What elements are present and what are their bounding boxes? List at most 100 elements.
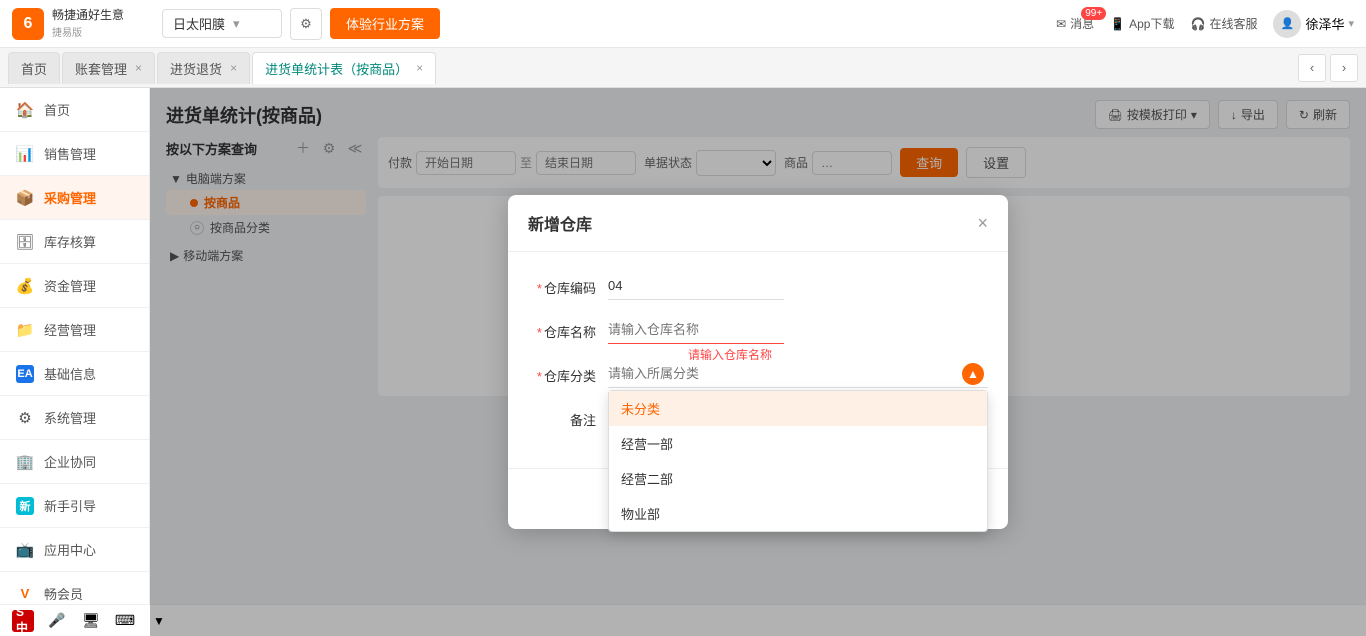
dialog-overlay: 新增仓库 × 仓库编码 仓库名称 xyxy=(150,88,1366,636)
dropdown-item-3[interactable]: 物业部 xyxy=(609,496,987,531)
logo-area: 6 畅捷通好生意 捷易版 xyxy=(12,8,162,40)
main-layout: 🏠 首页 📊 销售管理 📦 采购管理 🗄 库存核算 💰 资金管理 📁 经营管理 … xyxy=(0,88,1366,636)
category-dropdown-toggle[interactable]: ▲ xyxy=(962,363,984,385)
user-info[interactable]: 👤 徐泽华 ▾ xyxy=(1273,10,1354,38)
sidebar-label-purchase: 采购管理 xyxy=(44,188,96,207)
avatar: 👤 xyxy=(1273,10,1301,38)
tab-next-btn[interactable]: › xyxy=(1330,54,1358,82)
dialog-title: 新增仓库 xyxy=(528,211,592,235)
warehouse-code-input[interactable] xyxy=(608,272,784,300)
tab-controls: ‹ › xyxy=(1298,54,1358,82)
warehouse-dialog: 新增仓库 × 仓库编码 仓库名称 xyxy=(508,195,1008,529)
content: 进货单统计(按商品) 🖨 按模板打印 ▾ ↓ 导出 ↻ 刷新 xyxy=(150,88,1366,636)
top-header: 6 畅捷通好生意 捷易版 日太阳膜 ▾ ⚙ 体验行业方案 ✉ 消息 99+ 📱 … xyxy=(0,0,1366,48)
warehouse-code-row: 仓库编码 xyxy=(528,272,988,300)
user-name: 徐泽华 xyxy=(1305,14,1344,33)
service-button[interactable]: 🎧 在线客服 xyxy=(1190,15,1257,32)
warehouse-category-input[interactable] xyxy=(608,360,988,388)
sidebar-label-home: 首页 xyxy=(44,100,70,119)
logo-text: 畅捷通好生意 xyxy=(52,8,124,24)
sidebar-label-inventory: 库存核算 xyxy=(44,232,96,251)
tab-purchase-stats-close[interactable]: × xyxy=(416,61,423,75)
settings-button[interactable]: ⚙ xyxy=(290,8,322,40)
input-method-icon[interactable]: S中 xyxy=(12,610,34,632)
dialog-close-button[interactable]: × xyxy=(977,213,988,234)
warehouse-category-wrapper: ▲ 未分类 经营一部 经营二部 物业部 xyxy=(608,360,988,388)
sidebar-label-guide: 新手引导 xyxy=(44,496,96,515)
message-button[interactable]: ✉ 消息 99+ xyxy=(1056,15,1094,32)
logo-icon: 6 xyxy=(12,8,44,40)
sidebar-item-basic[interactable]: EA 基础信息 xyxy=(0,352,149,396)
dropdown-item-2[interactable]: 经营二部 xyxy=(609,461,987,496)
app-download-button[interactable]: 📱 App下载 xyxy=(1110,15,1174,32)
sidebar-item-enterprise[interactable]: 🏢 企业协同 xyxy=(0,440,149,484)
warehouse-code-wrapper xyxy=(608,272,988,300)
header-right: ✉ 消息 99+ 📱 App下载 🎧 在线客服 👤 徐泽华 ▾ xyxy=(1056,10,1354,38)
headset-icon: 🎧 xyxy=(1190,17,1205,31)
tab-home-label: 首页 xyxy=(21,59,47,78)
note-label: 备注 xyxy=(528,404,608,429)
category-dropdown-list: 未分类 经营一部 经营二部 物业部 xyxy=(608,390,988,532)
guide-icon: 新 xyxy=(16,497,34,515)
sidebar-item-home[interactable]: 🏠 首页 xyxy=(0,88,149,132)
sidebar-label-basic: 基础信息 xyxy=(44,364,96,383)
sidebar-label-system: 系统管理 xyxy=(44,408,96,427)
sidebar-item-sales[interactable]: 📊 销售管理 xyxy=(0,132,149,176)
purchase-icon: 📦 xyxy=(16,189,34,207)
keyboard-icon[interactable]: ⌨ xyxy=(114,610,136,632)
sidebar-label-finance: 资金管理 xyxy=(44,276,96,295)
phone-icon: 📱 xyxy=(1110,17,1125,31)
home-icon: 🏠 xyxy=(16,101,34,119)
store-dropdown-icon: ▾ xyxy=(233,16,240,32)
sidebar-item-inventory[interactable]: 🗄 库存核算 xyxy=(0,220,149,264)
warehouse-name-wrapper: 请输入仓库名称 xyxy=(608,316,988,344)
tab-prev-btn[interactable]: ‹ xyxy=(1298,54,1326,82)
tab-purchase-stats-label: 进货单统计表（按商品） xyxy=(265,59,408,78)
message-icon: ✉ xyxy=(1056,17,1066,31)
tab-accounts-label: 账套管理 xyxy=(75,59,127,78)
tab-purchase-stats[interactable]: 进货单统计表（按商品） × xyxy=(252,52,436,84)
warehouse-name-input[interactable] xyxy=(608,316,784,344)
sidebar: 🏠 首页 📊 销售管理 📦 采购管理 🗄 库存核算 💰 资金管理 📁 经营管理 … xyxy=(0,88,150,636)
basic-icon: EA xyxy=(16,365,34,383)
sidebar-item-purchase[interactable]: 📦 采购管理 xyxy=(0,176,149,220)
sidebar-label-member: 畅会员 xyxy=(44,584,83,603)
tab-accounts[interactable]: 账套管理 × xyxy=(62,52,155,84)
microphone-icon[interactable]: 🎤 xyxy=(46,610,68,632)
sidebar-label-operations: 经营管理 xyxy=(44,320,96,339)
store-selector[interactable]: 日太阳膜 ▾ xyxy=(162,9,282,38)
sidebar-item-system[interactable]: ⚙ 系统管理 xyxy=(0,396,149,440)
sidebar-label-appcenter: 应用中心 xyxy=(44,540,96,559)
tab-purchase-return[interactable]: 进货退货 × xyxy=(157,52,250,84)
header-center: 日太阳膜 ▾ ⚙ 体验行业方案 xyxy=(162,8,1056,40)
warehouse-code-label: 仓库编码 xyxy=(528,272,608,297)
store-name: 日太阳膜 xyxy=(173,14,225,33)
member-icon: V xyxy=(16,585,34,603)
tab-home[interactable]: 首页 xyxy=(8,52,60,84)
logo-sub: 捷易版 xyxy=(52,24,124,39)
dialog-header: 新增仓库 × xyxy=(508,195,1008,252)
sidebar-label-enterprise: 企业协同 xyxy=(44,452,96,471)
tab-purchase-return-close[interactable]: × xyxy=(230,61,237,75)
operations-icon: 📁 xyxy=(16,321,34,339)
appcenter-icon: 📺 xyxy=(16,541,34,559)
warehouse-name-label: 仓库名称 xyxy=(528,316,608,341)
sales-icon: 📊 xyxy=(16,145,34,163)
tab-accounts-close[interactable]: × xyxy=(135,61,142,75)
sidebar-item-operations[interactable]: 📁 经营管理 xyxy=(0,308,149,352)
sidebar-item-finance[interactable]: 💰 资金管理 xyxy=(0,264,149,308)
trial-button[interactable]: 体验行业方案 xyxy=(330,8,440,39)
system-icon: ⚙ xyxy=(16,409,34,427)
dropdown-item-0[interactable]: 未分类 xyxy=(609,391,987,426)
inventory-icon: 🗄 xyxy=(16,233,34,251)
sidebar-item-appcenter[interactable]: 📺 应用中心 xyxy=(0,528,149,572)
warehouse-category-row: 仓库分类 ▲ 未分类 经营一部 经营二部 物业部 xyxy=(528,360,988,388)
user-dropdown-icon: ▾ xyxy=(1348,17,1354,30)
sidebar-item-guide[interactable]: 新 新手引导 xyxy=(0,484,149,528)
dialog-body: 仓库编码 仓库名称 请输入仓库名称 xyxy=(508,252,1008,468)
enterprise-icon: 🏢 xyxy=(16,453,34,471)
warehouse-category-label: 仓库分类 xyxy=(528,360,608,385)
display-icon[interactable]: 🖥 xyxy=(80,610,102,632)
dropdown-item-1[interactable]: 经营一部 xyxy=(609,426,987,461)
tab-purchase-return-label: 进货退货 xyxy=(170,59,222,78)
